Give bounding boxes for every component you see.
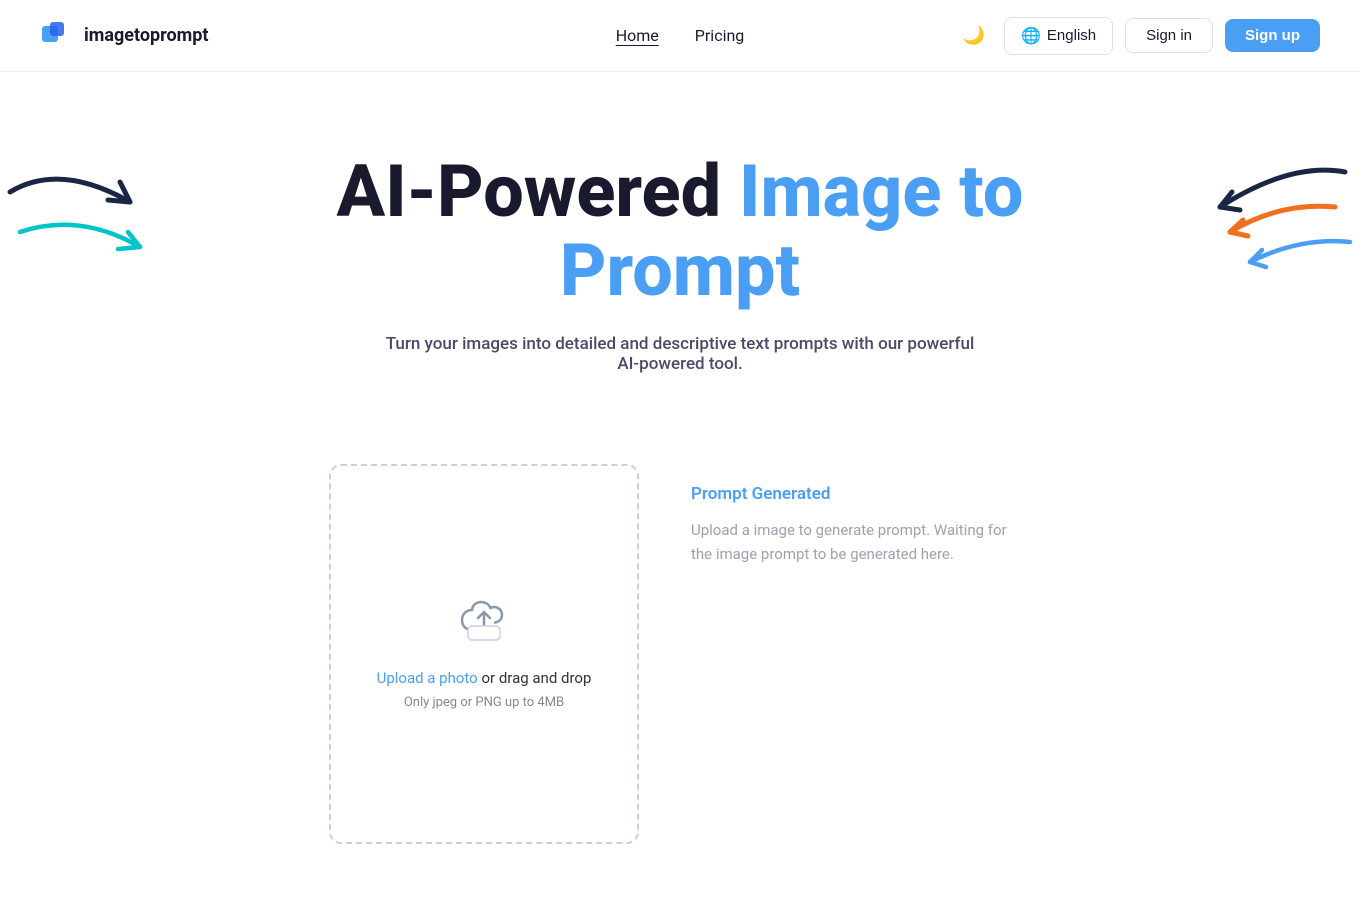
nav-actions: 🌙 🌐 English Sign in Sign up — [956, 17, 1320, 55]
language-button[interactable]: 🌐 English — [1004, 17, 1113, 55]
upload-dropzone[interactable]: Upload a photo or drag and drop Only jpe… — [329, 464, 639, 844]
upload-link[interactable]: Upload a photo — [377, 669, 478, 687]
prompt-generated-title: Prompt Generated — [691, 484, 1011, 504]
brand-area: imagetoprompt — [40, 18, 208, 54]
language-label: English — [1047, 27, 1096, 44]
logo-icon — [40, 18, 76, 54]
prompt-generated-body: Upload a image to generate prompt. Waiti… — [691, 518, 1011, 566]
nav-link-pricing[interactable]: Pricing — [695, 26, 745, 45]
upload-hint: Only jpeg or PNG up to 4MB — [404, 695, 564, 710]
sign-up-button[interactable]: Sign up — [1225, 19, 1320, 52]
navbar: imagetoprompt Home Pricing 🌙 🌐 English S… — [0, 0, 1360, 72]
main-content: Upload a photo or drag and drop Only jpe… — [0, 464, 1360, 904]
sign-in-button[interactable]: Sign in — [1125, 18, 1213, 53]
brand-name: imagetoprompt — [84, 25, 208, 46]
hero-title-plain: AI-Powered — [337, 149, 740, 234]
hero-subtitle: Turn your images into detailed and descr… — [380, 334, 980, 374]
nav-link-home[interactable]: Home — [616, 26, 659, 45]
upload-text: Upload a photo or drag and drop — [377, 669, 592, 687]
theme-toggle-button[interactable]: 🌙 — [956, 18, 992, 54]
globe-icon: 🌐 — [1021, 26, 1041, 46]
hero-section: AI-Powered Image toPrompt Turn your imag… — [0, 72, 1360, 464]
upload-drag-text: or drag and drop — [478, 669, 592, 687]
moon-icon: 🌙 — [963, 25, 985, 46]
hero-title: AI-Powered Image toPrompt — [20, 152, 1340, 310]
upload-cloud-icon — [458, 598, 510, 653]
prompt-result-panel: Prompt Generated Upload a image to gener… — [671, 464, 1031, 586]
nav-links: Home Pricing — [616, 26, 745, 45]
